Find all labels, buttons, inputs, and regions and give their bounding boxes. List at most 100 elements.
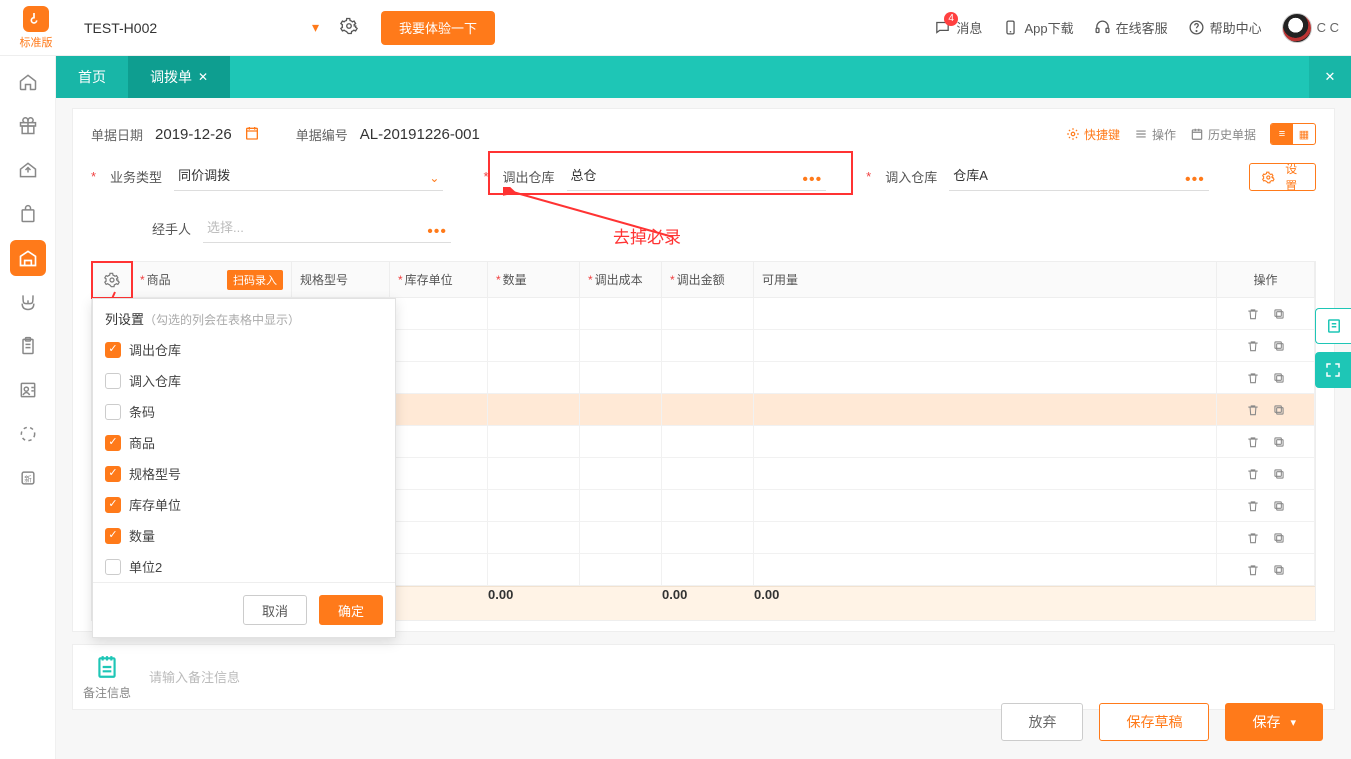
nav-clipboard-icon[interactable] [10, 328, 46, 364]
help-center-label: 帮助中心 [1210, 18, 1262, 37]
tab-home[interactable]: 首页 [56, 56, 128, 98]
col-amount: *调出金额 [662, 262, 754, 297]
view-grid-icon[interactable]: ▦ [1293, 124, 1315, 144]
delete-icon[interactable] [1246, 307, 1260, 321]
save-draft-button[interactable]: 保存草稿 [1099, 703, 1209, 741]
form-row-1: * 业务类型 同价调拨 ⌄ * 调出仓库 总仓 ••• * 调入仓库 仓库A •… [91, 161, 1316, 191]
discard-button[interactable]: 放弃 [1001, 703, 1083, 741]
copy-icon[interactable] [1272, 563, 1286, 577]
checkbox-icon[interactable] [105, 528, 121, 544]
tabstrip-close-icon[interactable]: ✕ [1309, 56, 1351, 98]
copy-icon[interactable] [1272, 467, 1286, 481]
doc-code-label: 单据编号 [296, 125, 348, 144]
field-out-warehouse[interactable]: * 调出仓库 总仓 ••• [483, 161, 826, 191]
history-link[interactable]: 历史单据 [1190, 126, 1256, 143]
field-handler[interactable]: 经手人 选择... ••• [91, 213, 451, 243]
column-settings-button[interactable] [92, 262, 132, 297]
col-option[interactable]: 规格型号 [101, 458, 387, 489]
copy-icon[interactable] [1272, 371, 1286, 385]
tab-transfer[interactable]: 调拨单 ✕ [128, 56, 230, 98]
nav-sync-icon[interactable] [10, 416, 46, 452]
nav-warehouse-icon[interactable] [10, 240, 46, 276]
delete-icon[interactable] [1246, 435, 1260, 449]
brand: 标准版 [12, 6, 60, 50]
copy-icon[interactable] [1272, 339, 1286, 353]
col-settings-footer: 取消 确定 [93, 582, 395, 637]
hotkey-link[interactable]: 快捷键 [1066, 126, 1120, 143]
messages-link[interactable]: 消息 4 [934, 18, 982, 37]
tab-home-label: 首页 [78, 67, 106, 87]
field-biz-type[interactable]: * 业务类型 同价调拨 ⌄ [91, 161, 443, 191]
delete-icon[interactable] [1246, 371, 1260, 385]
col-settings-list[interactable]: 调出仓库 调入仓库 条码 商品 规格型号 库存单位 数量 单位2 [93, 334, 395, 582]
operate-link[interactable]: 操作 [1134, 126, 1176, 143]
doc-date-value[interactable]: 2019-12-26 [155, 126, 232, 143]
help-center-link[interactable]: 帮助中心 [1188, 18, 1262, 37]
col-cost: *调出成本 [580, 262, 662, 297]
doc-header-links: 快捷键 操作 历史单据 ≡▦ [1066, 123, 1316, 145]
chevron-down-icon: ▾ [1290, 716, 1296, 729]
checkbox-icon[interactable] [105, 435, 121, 451]
save-button[interactable]: 保存 ▾ [1225, 703, 1323, 741]
tab-transfer-label: 调拨单 [150, 67, 192, 87]
user-menu[interactable]: C C [1282, 13, 1339, 43]
nav-finance-icon[interactable] [10, 284, 46, 320]
org-settings-icon[interactable] [335, 17, 363, 38]
col-settings-header: 列设置（勾选的列会在表格中显示） [93, 299, 395, 334]
col-option[interactable]: 调出仓库 [101, 334, 387, 365]
delete-icon[interactable] [1246, 339, 1260, 353]
nav-bag-icon[interactable] [10, 196, 46, 232]
scan-input-badge[interactable]: 扫码录入 [227, 270, 283, 290]
fullscreen-float-icon[interactable] [1315, 352, 1351, 388]
avatar-icon [1282, 13, 1312, 43]
view-toggle[interactable]: ≡▦ [1270, 123, 1316, 145]
col-settings-cancel-button[interactable]: 取消 [243, 595, 307, 625]
nav-home-icon[interactable] [10, 64, 46, 100]
checkbox-icon[interactable] [105, 497, 121, 513]
app-download-link[interactable]: App下载 [1002, 18, 1073, 37]
form-settings-button[interactable]: 设置 [1249, 163, 1316, 191]
copy-icon[interactable] [1272, 403, 1286, 417]
remark-icon: 备注信息 [83, 654, 131, 701]
customer-service-link[interactable]: 在线客服 [1094, 18, 1168, 37]
checkbox-icon[interactable] [105, 466, 121, 482]
note-float-icon[interactable] [1315, 308, 1351, 344]
checkbox-icon[interactable] [105, 373, 121, 389]
checkbox-icon[interactable] [105, 559, 121, 575]
nav-new-icon[interactable]: 新 [10, 460, 46, 496]
org-selector[interactable]: TEST-H002 [74, 11, 329, 45]
col-option[interactable]: 数量 [101, 520, 387, 551]
col-option[interactable]: 单位2 [101, 551, 387, 582]
nav-upload-icon[interactable] [10, 152, 46, 188]
col-option[interactable]: 调入仓库 [101, 365, 387, 396]
delete-icon[interactable] [1246, 531, 1260, 545]
col-qty: *数量 [488, 262, 580, 297]
delete-icon[interactable] [1246, 563, 1260, 577]
col-option[interactable]: 库存单位 [101, 489, 387, 520]
delete-icon[interactable] [1246, 467, 1260, 481]
cta-button[interactable]: 我要体验一下 [381, 11, 495, 45]
copy-icon[interactable] [1272, 499, 1286, 513]
view-list-icon[interactable]: ≡ [1271, 124, 1293, 144]
footer-avail: 0.00 [754, 587, 1217, 620]
col-option[interactable]: 条码 [101, 396, 387, 427]
header-right: 消息 4 App下载 在线客服 帮助中心 C C [934, 13, 1339, 43]
copy-icon[interactable] [1272, 531, 1286, 545]
checkbox-icon[interactable] [105, 342, 121, 358]
copy-icon[interactable] [1272, 435, 1286, 449]
nav-gift-icon[interactable] [10, 108, 46, 144]
table-header: *商品 扫码录入 规格型号 *库存单位 *数量 *调出成本 *调出金额 可用量 … [92, 262, 1315, 298]
field-in-warehouse[interactable]: * 调入仓库 仓库A ••• [866, 161, 1209, 191]
checkbox-icon[interactable] [105, 404, 121, 420]
nav-contact-icon[interactable] [10, 372, 46, 408]
col-settings-ok-button[interactable]: 确定 [319, 595, 383, 625]
col-option[interactable]: 商品 [101, 427, 387, 458]
calendar-icon[interactable] [244, 125, 260, 144]
tab-close-icon[interactable]: ✕ [198, 70, 208, 84]
doc-code-value: AL-20191226-001 [360, 126, 480, 143]
remark-input[interactable] [149, 670, 1316, 685]
delete-icon[interactable] [1246, 403, 1260, 417]
brand-logo-icon [23, 6, 49, 32]
copy-icon[interactable] [1272, 307, 1286, 321]
delete-icon[interactable] [1246, 499, 1260, 513]
